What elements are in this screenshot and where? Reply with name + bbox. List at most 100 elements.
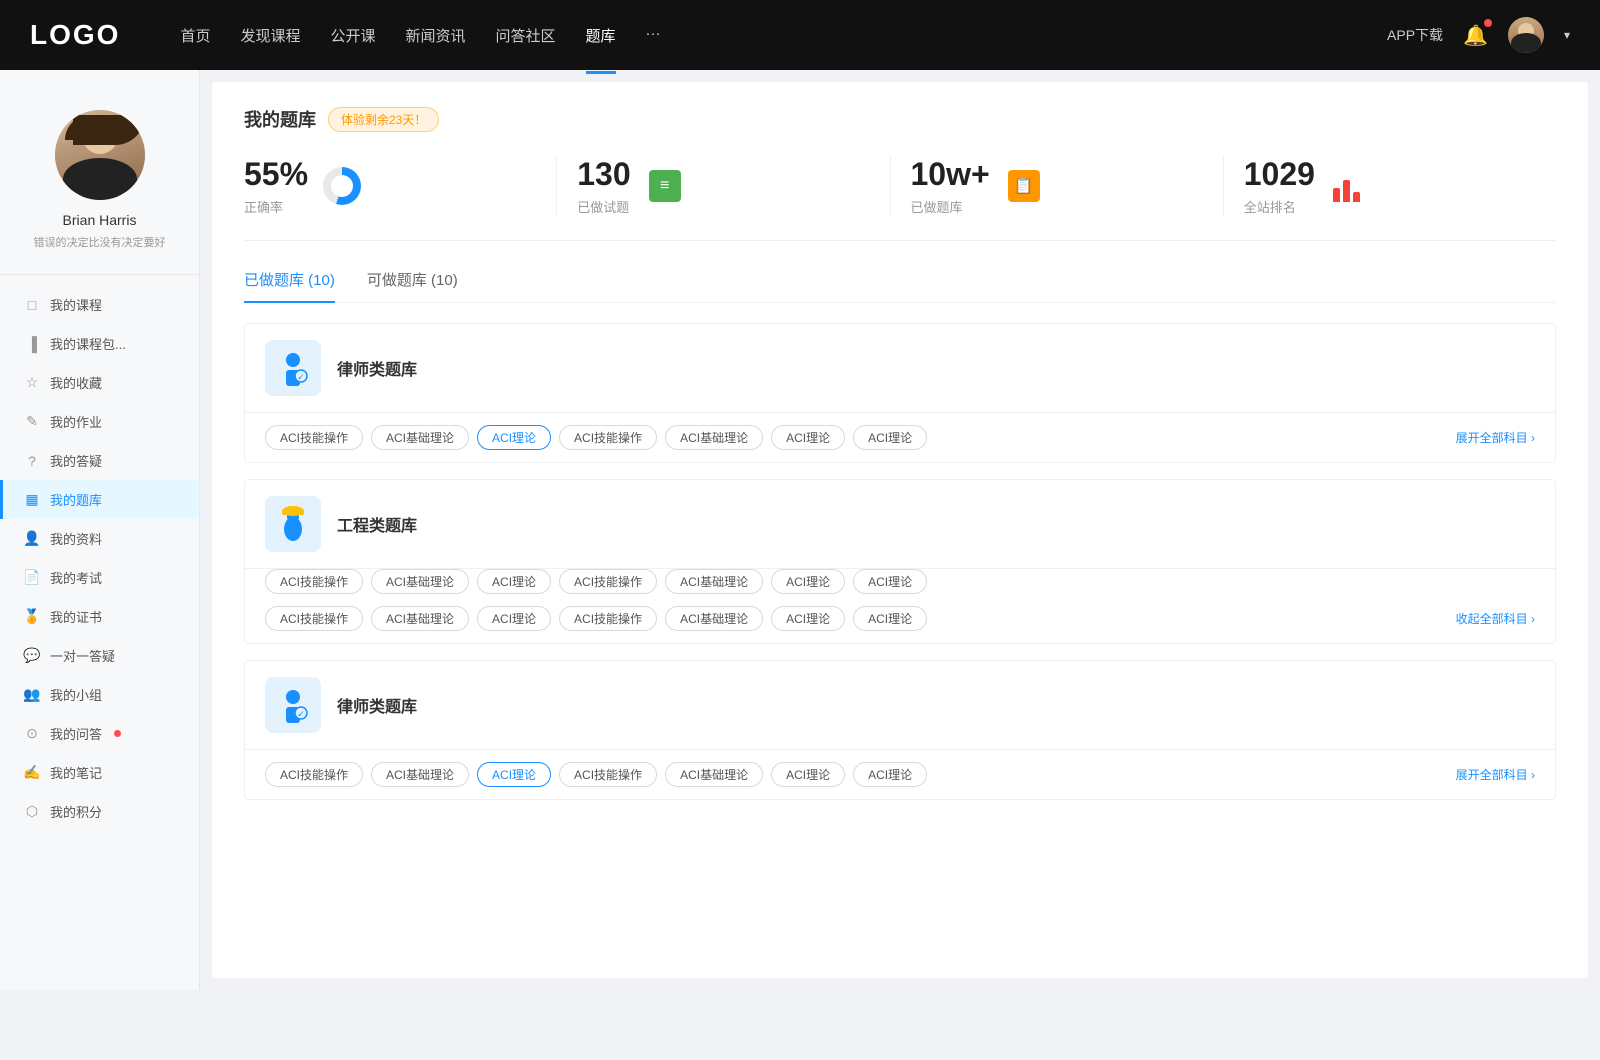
book-stat-icon bbox=[649, 170, 681, 202]
tag-aci-theory-3[interactable]: ACI理论 bbox=[853, 425, 927, 450]
lawyer-icon-1: ✓ bbox=[265, 340, 321, 396]
sidebar-nav: □ 我的课程 ▐ 我的课程包... ☆ 我的收藏 ✎ 我的作业 ? 我的答疑 ▦… bbox=[0, 275, 199, 841]
lawyer-icon-2: ✓ bbox=[265, 677, 321, 733]
qbank-name-engineer: 工程类题库 bbox=[337, 512, 417, 536]
eng-tag-1[interactable]: ACI技能操作 bbox=[265, 569, 363, 594]
nav-qbank[interactable]: 题库 bbox=[586, 21, 616, 50]
one-one-icon: 💬 bbox=[24, 648, 40, 664]
bar1 bbox=[1333, 188, 1340, 202]
lawyer2-tag-6[interactable]: ACI理论 bbox=[771, 762, 845, 787]
eng-tag-3[interactable]: ACI理论 bbox=[477, 569, 551, 594]
lawyer2-tag-active[interactable]: ACI理论 bbox=[477, 762, 551, 787]
nav-more[interactable]: ··· bbox=[646, 21, 661, 50]
sidebar-item-group[interactable]: 👥 我的小组 bbox=[0, 675, 199, 714]
notification-bell[interactable]: 🔔 bbox=[1463, 23, 1488, 48]
stat-banks-label: 已做题库 bbox=[911, 197, 990, 216]
qbank-section-lawyer-2: ✓ 律师类题库 ACI技能操作 ACI基础理论 ACI理论 ACI技能操作 AC… bbox=[244, 660, 1556, 800]
sidebar-item-coursepack[interactable]: ▐ 我的课程包... bbox=[0, 324, 199, 363]
lawyer2-tag-2[interactable]: ACI基础理论 bbox=[371, 762, 469, 787]
sidebar-item-oneone[interactable]: 💬 一对一答疑 bbox=[0, 636, 199, 675]
sidebar-item-cert[interactable]: 🏅 我的证书 bbox=[0, 597, 199, 636]
stat-accuracy-label: 正确率 bbox=[244, 197, 308, 216]
collapse-engineer[interactable]: 收起全部科目 › bbox=[1456, 610, 1535, 627]
qbank-name-lawyer-1: 律师类题库 bbox=[337, 356, 417, 380]
tag-aci-tech-ops-2[interactable]: ACI技能操作 bbox=[559, 425, 657, 450]
lawyer2-tag-4[interactable]: ACI技能操作 bbox=[559, 762, 657, 787]
eng-tag-14[interactable]: ACI理论 bbox=[853, 606, 927, 631]
file-icon: □ bbox=[24, 297, 40, 313]
sidebar-item-notes[interactable]: ✍ 我的笔记 bbox=[0, 753, 199, 792]
stat-banks-value: 10w+ bbox=[911, 156, 990, 193]
eng-tag-11[interactable]: ACI技能操作 bbox=[559, 606, 657, 631]
nav-news[interactable]: 新闻资讯 bbox=[406, 21, 466, 50]
sidebar-label-myqa: 我的问答 bbox=[50, 724, 102, 743]
lawyer2-tag-7[interactable]: ACI理论 bbox=[853, 762, 927, 787]
eng-tag-4[interactable]: ACI技能操作 bbox=[559, 569, 657, 594]
eng-tag-2[interactable]: ACI基础理论 bbox=[371, 569, 469, 594]
sidebar-label-coursepack: 我的课程包... bbox=[50, 334, 126, 353]
sidebar-item-materials[interactable]: 👤 我的资料 bbox=[0, 519, 199, 558]
tab-done-banks[interactable]: 已做题库 (10) bbox=[244, 269, 335, 302]
sidebar-item-exam[interactable]: 📄 我的考试 bbox=[0, 558, 199, 597]
tag-aci-basic-theory-1[interactable]: ACI基础理论 bbox=[371, 425, 469, 450]
eng-tag-13[interactable]: ACI理论 bbox=[771, 606, 845, 631]
stats-row: 55% 正确率 130 已做试题 10w+ 已做题库 bbox=[244, 156, 1556, 241]
sidebar-item-favorites[interactable]: ☆ 我的收藏 bbox=[0, 363, 199, 402]
nav-qa[interactable]: 问答社区 bbox=[496, 21, 556, 50]
sidebar-label-points: 我的积分 bbox=[50, 802, 102, 821]
stat-rank-value: 1029 bbox=[1244, 156, 1315, 193]
sidebar-label-askteacher: 我的答疑 bbox=[50, 451, 102, 470]
sidebar-item-mycourse[interactable]: □ 我的课程 bbox=[0, 285, 199, 324]
qbank-section-lawyer-1: ✓ 律师类题库 ACI技能操作 ACI基础理论 ACI理论 ACI技能操作 AC… bbox=[244, 323, 1556, 463]
user-avatar-top[interactable] bbox=[1508, 17, 1544, 53]
tab-available-banks[interactable]: 可做题库 (10) bbox=[367, 269, 458, 302]
page-title: 我的题库 bbox=[244, 106, 316, 132]
qbank-section-engineer: 工程类题库 ACI技能操作 ACI基础理论 ACI理论 ACI技能操作 ACI基… bbox=[244, 479, 1556, 644]
eng-tag-10[interactable]: ACI理论 bbox=[477, 606, 551, 631]
svg-text:✓: ✓ bbox=[297, 372, 305, 382]
lawyer2-tag-1[interactable]: ACI技能操作 bbox=[265, 762, 363, 787]
sidebar-label-cert: 我的证书 bbox=[50, 607, 102, 626]
nav-home[interactable]: 首页 bbox=[180, 21, 210, 50]
eng-tag-8[interactable]: ACI技能操作 bbox=[265, 606, 363, 631]
engineer-icon-container bbox=[265, 496, 321, 552]
sidebar-item-points[interactable]: ⬡ 我的积分 bbox=[0, 792, 199, 831]
eng-tag-5[interactable]: ACI基础理论 bbox=[665, 569, 763, 594]
sidebar-item-myqa[interactable]: ⊙ 我的问答 bbox=[0, 714, 199, 753]
tag-aci-basic-theory-2[interactable]: ACI基础理论 bbox=[665, 425, 763, 450]
eng-tag-6[interactable]: ACI理论 bbox=[771, 569, 845, 594]
qa-icon: ⊙ bbox=[24, 726, 40, 742]
sidebar-label-group: 我的小组 bbox=[50, 685, 102, 704]
nav-open-course[interactable]: 公开课 bbox=[330, 21, 375, 50]
eng-tag-12[interactable]: ACI基础理论 bbox=[665, 606, 763, 631]
page-layout: Brian Harris 错误的决定比没有决定要好 □ 我的课程 ▐ 我的课程包… bbox=[0, 70, 1600, 990]
sidebar-item-qbank[interactable]: ▦ 我的题库 bbox=[0, 480, 199, 519]
sidebar-item-homework[interactable]: ✎ 我的作业 bbox=[0, 402, 199, 441]
expand-lawyer-2[interactable]: 展开全部科目 › bbox=[1456, 766, 1535, 783]
app-download[interactable]: APP下载 bbox=[1387, 25, 1443, 45]
notification-badge bbox=[1484, 19, 1492, 27]
sidebar-label-exam: 我的考试 bbox=[50, 568, 102, 587]
sidebar-item-askteacher[interactable]: ? 我的答疑 bbox=[0, 441, 199, 480]
stat-done-label: 已做试题 bbox=[577, 197, 630, 216]
sidebar-label-materials: 我的资料 bbox=[50, 529, 102, 548]
donut-chart bbox=[323, 167, 361, 205]
tag-aci-tech-ops-1[interactable]: ACI技能操作 bbox=[265, 425, 363, 450]
nav-menu: 首页 发现课程 公开课 新闻资讯 问答社区 题库 ··· bbox=[180, 21, 1387, 50]
tag-aci-theory-active-1[interactable]: ACI理论 bbox=[477, 425, 551, 450]
user-menu-chevron[interactable]: ▾ bbox=[1564, 28, 1570, 42]
stat-done-value: 130 bbox=[577, 156, 630, 193]
exam-icon: 📄 bbox=[24, 570, 40, 586]
main-content: 我的题库 体验剩余23天！ 55% 正确率 130 已做试题 bbox=[212, 82, 1588, 978]
lawyer2-tag-5[interactable]: ACI基础理论 bbox=[665, 762, 763, 787]
expand-lawyer-1[interactable]: 展开全部科目 › bbox=[1456, 429, 1535, 446]
lawyer-svg-1: ✓ bbox=[273, 348, 313, 388]
nav-discover[interactable]: 发现课程 bbox=[240, 21, 300, 50]
stat-done-questions: 130 已做试题 bbox=[557, 156, 890, 216]
eng-tag-7[interactable]: ACI理论 bbox=[853, 569, 927, 594]
qbank-header-engineer: 工程类题库 bbox=[245, 480, 1555, 569]
sidebar: Brian Harris 错误的决定比没有决定要好 □ 我的课程 ▐ 我的课程包… bbox=[0, 70, 200, 990]
stat-rank-text: 1029 全站排名 bbox=[1244, 156, 1315, 216]
eng-tag-9[interactable]: ACI基础理论 bbox=[371, 606, 469, 631]
tag-aci-theory-2[interactable]: ACI理论 bbox=[771, 425, 845, 450]
